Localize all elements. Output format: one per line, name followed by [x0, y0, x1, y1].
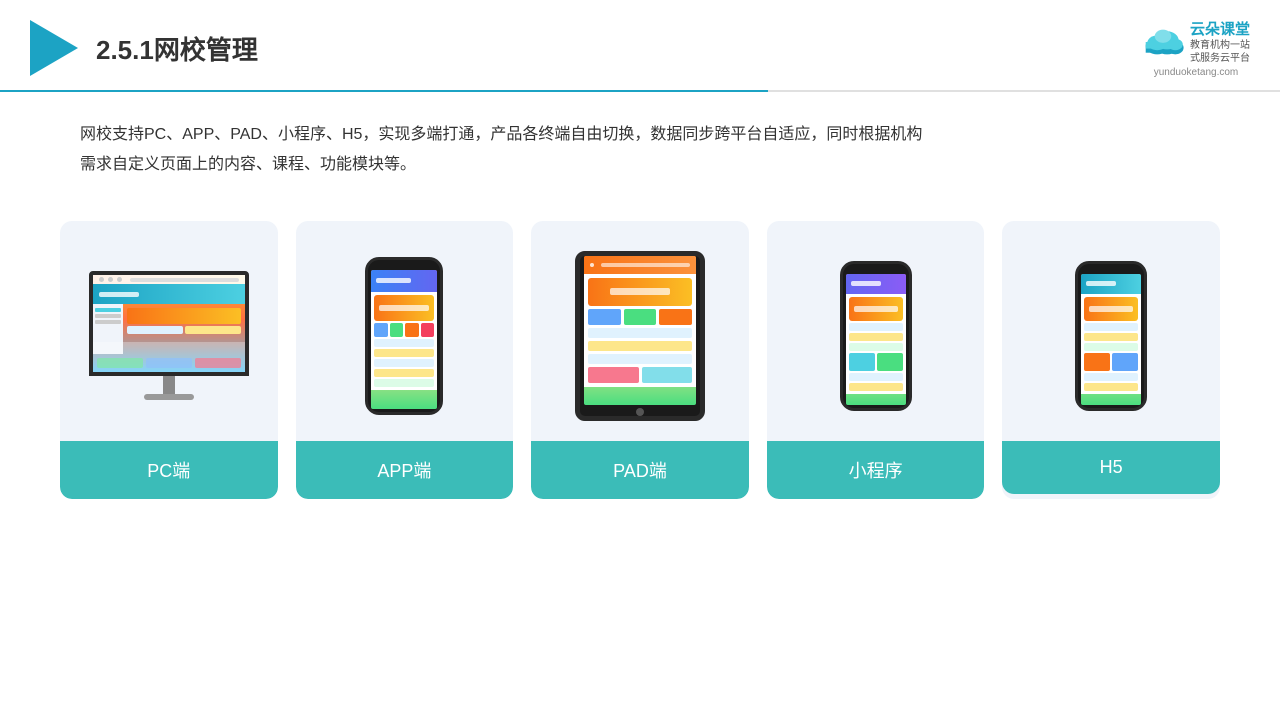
h5-image-area [1002, 221, 1220, 441]
app-image-area [296, 221, 514, 441]
pad-card: PAD端 [531, 221, 749, 499]
miniprogram-image-area [767, 221, 985, 441]
header: 2.5.1网校管理 云朵课堂 教育机构一站 式服务云平台 yunduoketa [0, 0, 1280, 78]
pc-image-area [60, 221, 278, 441]
pad-image-area [531, 221, 749, 441]
description-line2: 需求自定义页面上的内容、课程、功能模块等。 [80, 150, 1200, 180]
h5-card: H5 [1002, 221, 1220, 499]
brand-area: 云朵课堂 教育机构一站 式服务云平台 yunduoketang.com [1142, 18, 1250, 78]
pc-label: PC端 [60, 441, 278, 499]
miniprogram-card: 小程序 [767, 221, 985, 499]
page-title: 2.5.1网校管理 [96, 30, 258, 67]
h5-label: H5 [1002, 441, 1220, 494]
app-label: APP端 [296, 441, 514, 499]
app-phone-icon [365, 257, 443, 415]
header-left: 2.5.1网校管理 [30, 20, 258, 76]
h5-phone-icon [1075, 261, 1147, 411]
miniprogram-label: 小程序 [767, 441, 985, 499]
cloud-logo-icon [1142, 28, 1184, 56]
pc-monitor-icon [89, 271, 249, 400]
device-cards-container: PC端 [0, 191, 1280, 499]
logo-triangle-icon [30, 20, 78, 76]
description-area: 网校支持PC、APP、PAD、小程序、H5，实现多端打通，产品各终端自由切换，数… [0, 92, 1280, 191]
brand-url: yunduoketang.com [1154, 67, 1239, 78]
pad-tablet-icon [575, 251, 705, 421]
brand-logo: 云朵课堂 教育机构一站 式服务云平台 [1142, 18, 1250, 65]
description-line1: 网校支持PC、APP、PAD、小程序、H5，实现多端打通，产品各终端自由切换，数… [80, 120, 1200, 150]
pc-card: PC端 [60, 221, 278, 499]
miniprogram-phone-icon [840, 261, 912, 411]
brand-name-text: 云朵课堂 教育机构一站 式服务云平台 [1190, 18, 1250, 65]
pad-label: PAD端 [531, 441, 749, 499]
app-card: APP端 [296, 221, 514, 499]
